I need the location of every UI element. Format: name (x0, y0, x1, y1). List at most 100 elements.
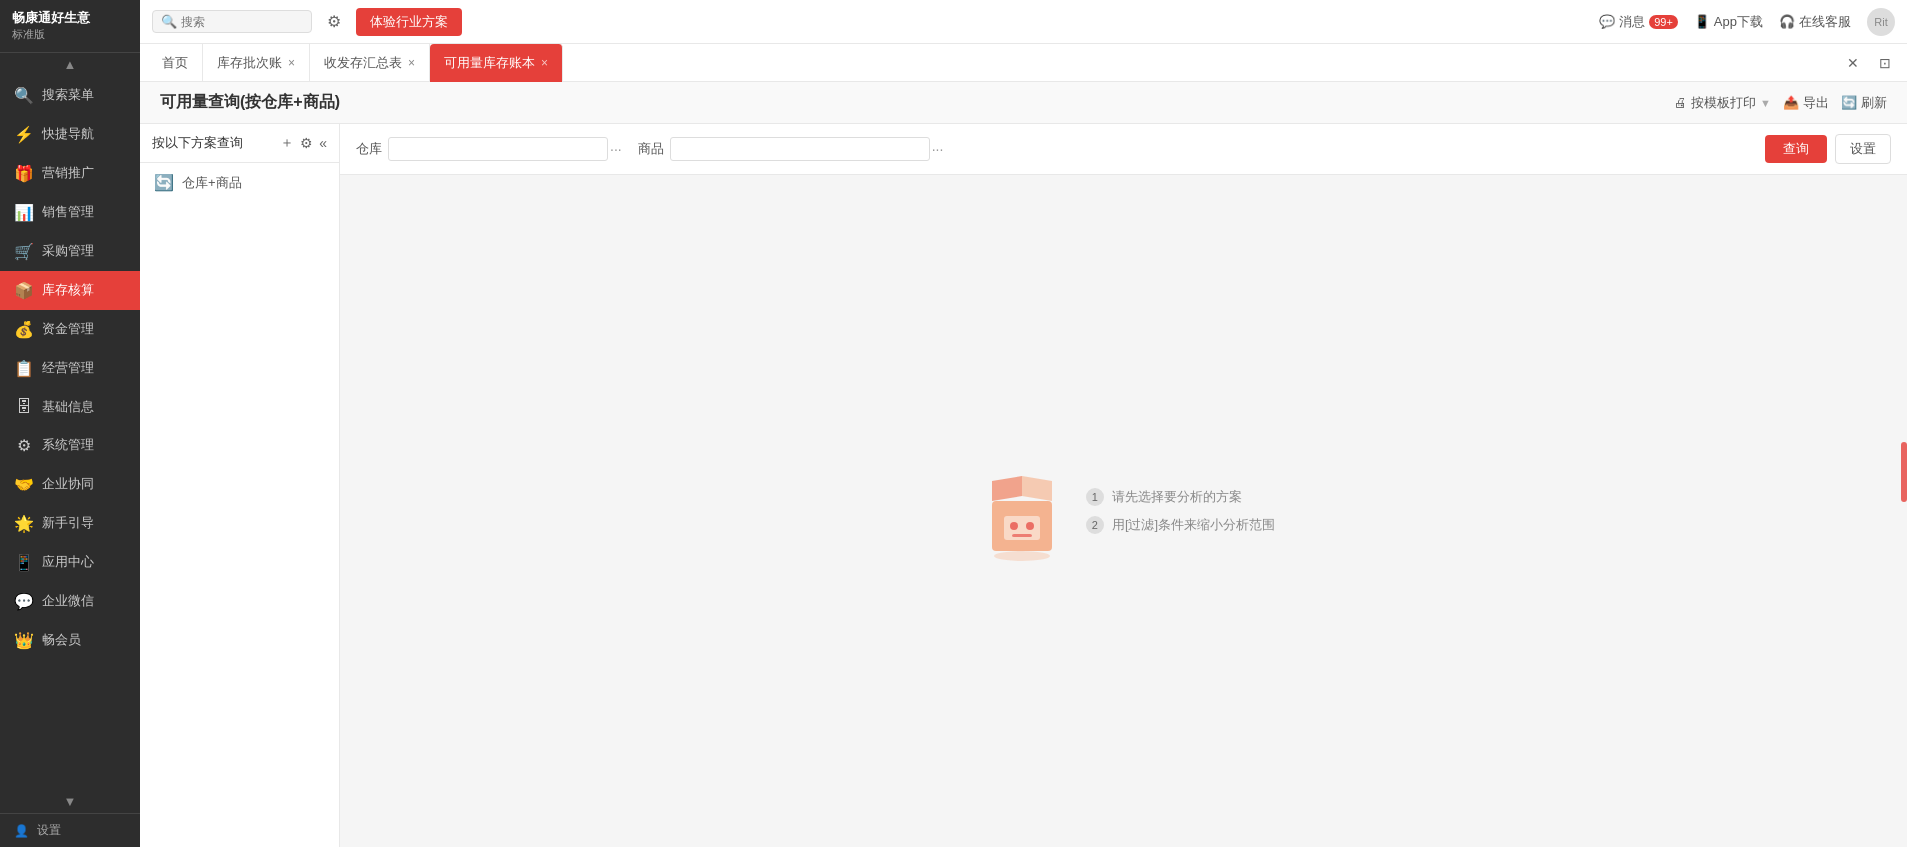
right-scrollbar[interactable] (1901, 442, 1907, 502)
sidebar-item-sales[interactable]: 📊 销售管理 (0, 193, 140, 232)
app-download-btn[interactable]: 📱 App下载 (1694, 13, 1763, 31)
sidebar-item-inventory[interactable]: 📦 库存核算 (0, 271, 140, 310)
filter-warehouse-input[interactable] (388, 137, 608, 161)
sidebar-item-wecom[interactable]: 💬 企业微信 (0, 582, 140, 621)
export-btn[interactable]: 📤 导出 (1783, 94, 1829, 112)
sidebar-user-label: 设置 (37, 822, 61, 839)
tab-summary-close[interactable]: × (408, 56, 415, 70)
tip-text-1: 请先选择要分析的方案 (1112, 488, 1242, 506)
tab-expand-btn[interactable]: ⊡ (1871, 49, 1899, 77)
left-panel-settings-btn[interactable]: ⚙ (300, 135, 313, 151)
tab-available[interactable]: 可用量库存账本 × (430, 44, 563, 82)
sidebar-item-finance[interactable]: 💰 资金管理 (0, 310, 140, 349)
sidebar-scroll-up[interactable]: ▲ (0, 53, 140, 76)
app-name: 畅康通好生意 (12, 10, 128, 27)
tab-home[interactable]: 首页 (148, 44, 203, 82)
sidebar-user-avatar: 👤 (14, 824, 29, 838)
sidebar-header: 畅康通好生意 标准版 (0, 0, 140, 53)
warehouse-product-icon: 🔄 (154, 173, 174, 192)
sidebar-item-newbie[interactable]: 🌟 新手引导 (0, 504, 140, 543)
sales-icon: 📊 (14, 203, 34, 222)
sidebar-item-basic[interactable]: 🗄 基础信息 (0, 388, 140, 426)
print-btn[interactable]: 🖨 按模板打印 ▼ (1674, 94, 1771, 112)
sidebar: 畅康通好生意 标准版 ▲ 🔍 搜索菜单 ⚡ 快捷导航 🎁 营销推广 📊 销售管理… (0, 0, 140, 847)
content-area: 按以下方案查询 ＋ ⚙ « 🔄 仓库+商品 仓库 ··· (140, 124, 1907, 847)
tab-available-label: 可用量库存账本 (444, 54, 535, 72)
tip-text-2: 用[过滤]条件来缩小分析范围 (1112, 516, 1275, 534)
page-title: 可用量查询(按仓库+商品) (160, 92, 340, 113)
settings-btn[interactable]: 设置 (1835, 134, 1891, 164)
empty-state-content: 1 请先选择要分析的方案 2 用[过滤]条件来缩小分析范围 (972, 466, 1275, 556)
tab-batch-close[interactable]: × (288, 56, 295, 70)
empty-state-illustration (972, 466, 1062, 556)
right-panel: 仓库 ··· 商品 ··· 查询 设置 (340, 124, 1907, 847)
filter-bar: 仓库 ··· 商品 ··· 查询 设置 (340, 124, 1907, 175)
print-label: 按模板打印 (1691, 94, 1756, 112)
filter-actions: 查询 设置 (1765, 134, 1891, 164)
basic-icon: 🗄 (14, 398, 34, 416)
sidebar-scroll-down[interactable]: ▼ (0, 790, 140, 813)
topbar-gear-btn[interactable]: ⚙ (320, 8, 348, 36)
main-area: 🔍 ⚙ 体验行业方案 💬 消息 99+ 📱 App下载 🎧 在线客服 Rit (140, 0, 1907, 847)
print-icon: 🖨 (1674, 95, 1687, 110)
tab-home-label: 首页 (162, 54, 188, 72)
sidebar-item-quicknav[interactable]: ⚡ 快捷导航 (0, 115, 140, 154)
finance-icon: 💰 (14, 320, 34, 339)
trial-btn[interactable]: 体验行业方案 (356, 8, 462, 36)
app-edition: 标准版 (12, 27, 128, 42)
print-dropdown-icon[interactable]: ▼ (1760, 97, 1771, 109)
svg-point-4 (1010, 522, 1018, 530)
left-panel-collapse-btn[interactable]: « (319, 135, 327, 151)
tip-item-1: 1 请先选择要分析的方案 (1086, 488, 1275, 506)
sidebar-item-member[interactable]: 👑 畅会员 (0, 621, 140, 660)
enterprise-icon: 🤝 (14, 475, 34, 494)
online-service-icon: 🎧 (1779, 14, 1795, 29)
tip-item-2: 2 用[过滤]条件来缩小分析范围 (1086, 516, 1275, 534)
online-service-btn[interactable]: 🎧 在线客服 (1779, 13, 1851, 31)
system-icon: ⚙ (14, 436, 34, 455)
tab-close-all-btn[interactable]: ✕ (1839, 49, 1867, 77)
message-icon: 💬 (1599, 14, 1615, 29)
sidebar-item-marketing[interactable]: 🎁 营销推广 (0, 154, 140, 193)
topbar-search-input[interactable] (181, 15, 301, 29)
avatar: Rit (1867, 8, 1895, 36)
sidebar-item-search[interactable]: 🔍 搜索菜单 (0, 76, 140, 115)
sidebar-bottom-user[interactable]: 👤 设置 (0, 813, 140, 847)
sidebar-item-enterprise[interactable]: 🤝 企业协同 (0, 465, 140, 504)
topbar-search-box[interactable]: 🔍 (152, 10, 312, 33)
filter-warehouse-label: 仓库 (356, 140, 382, 158)
quicknav-icon: ⚡ (14, 125, 34, 144)
filter-product-input[interactable] (670, 137, 930, 161)
tab-available-close[interactable]: × (541, 56, 548, 70)
appcenter-icon: 📱 (14, 553, 34, 572)
query-btn[interactable]: 查询 (1765, 135, 1827, 163)
inventory-icon: 📦 (14, 281, 34, 300)
marketing-icon: 🎁 (14, 164, 34, 183)
export-label: 导出 (1803, 94, 1829, 112)
svg-point-5 (1026, 522, 1034, 530)
empty-state-tips: 1 请先选择要分析的方案 2 用[过滤]条件来缩小分析范围 (1086, 488, 1275, 534)
left-panel-add-btn[interactable]: ＋ (280, 134, 294, 152)
topbar-user[interactable]: Rit (1867, 8, 1895, 36)
refresh-icon: 🔄 (1841, 95, 1857, 110)
sidebar-item-appcenter[interactable]: 📱 应用中心 (0, 543, 140, 582)
left-panel-item-warehouse-product[interactable]: 🔄 仓库+商品 (140, 163, 339, 202)
topbar-actions: 💬 消息 99+ 📱 App下载 🎧 在线客服 Rit (1599, 8, 1895, 36)
message-btn[interactable]: 💬 消息 99+ (1599, 13, 1678, 31)
sidebar-item-purchase[interactable]: 🛒 采购管理 (0, 232, 140, 271)
filter-product-label: 商品 (638, 140, 664, 158)
sidebar-item-operation[interactable]: 📋 经营管理 (0, 349, 140, 388)
left-panel-header: 按以下方案查询 ＋ ⚙ « (140, 124, 339, 163)
filter-product-field: 商品 ··· (638, 137, 944, 161)
left-panel-item-label: 仓库+商品 (182, 174, 242, 192)
tab-summary[interactable]: 收发存汇总表 × (310, 44, 430, 82)
tabs-bar: 首页 库存批次账 × 收发存汇总表 × 可用量库存账本 × ✕ ⊡ (140, 44, 1907, 82)
tab-summary-label: 收发存汇总表 (324, 54, 402, 72)
sidebar-item-system[interactable]: ⚙ 系统管理 (0, 426, 140, 465)
filter-warehouse-more-btn[interactable]: ··· (610, 141, 622, 157)
svg-rect-6 (1012, 534, 1032, 537)
filter-product-more-btn[interactable]: ··· (932, 141, 944, 157)
message-badge: 99+ (1649, 15, 1678, 29)
refresh-btn[interactable]: 🔄 刷新 (1841, 94, 1887, 112)
tab-batch[interactable]: 库存批次账 × (203, 44, 310, 82)
